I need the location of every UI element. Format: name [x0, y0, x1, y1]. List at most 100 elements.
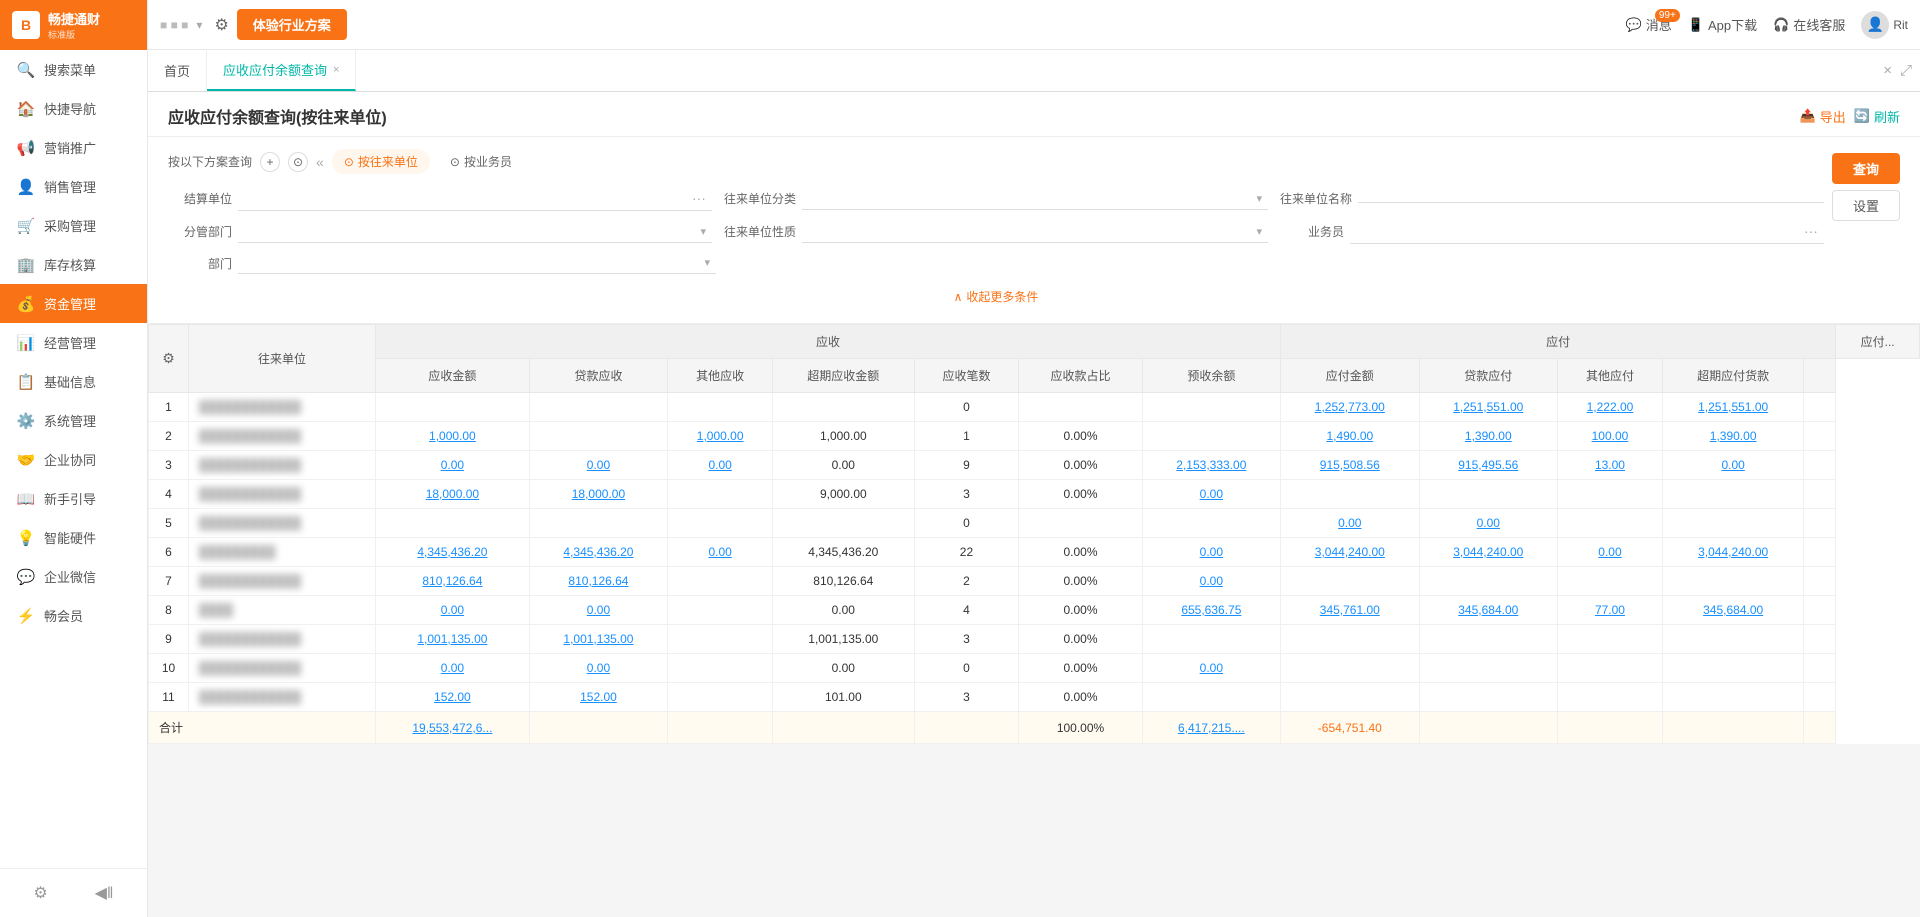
sidebar-item-finance[interactable]: 💰 资金管理	[0, 284, 147, 323]
user-menu[interactable]: 👤 Rit	[1861, 11, 1908, 39]
gear-icon[interactable]: ⚙	[214, 15, 228, 35]
tab-expand-btn[interactable]: ⤢	[1900, 62, 1912, 79]
filter-row-3: 部门 ▾	[168, 252, 1824, 274]
tab-label: 应收应付余额查询	[223, 60, 327, 79]
unit-category-label: 往来单位分类	[724, 190, 796, 207]
filter-field-salesperson: 业务员 ···	[1280, 219, 1824, 244]
collab-icon: 🤝	[16, 451, 36, 469]
sidebar-item-operations[interactable]: 📊 经营管理	[0, 323, 147, 362]
tab-home[interactable]: 首页	[148, 51, 207, 90]
promo-button[interactable]: 体验行业方案	[237, 9, 347, 40]
sidebar-item-label: 基础信息	[44, 372, 96, 391]
filter-top-row: 按以下方案查询 + ⊙ « ⊙ 按往来单位 ⊙ 按业务员	[168, 149, 1824, 174]
filter-group-partner[interactable]: ⊙ 按往来单位	[332, 149, 430, 174]
sidebar-item-hardware[interactable]: 💡 智能硬件	[0, 518, 147, 557]
sidebar-item-marketing[interactable]: 📢 营销推广	[0, 128, 147, 167]
collapse-label: 收起更多条件	[966, 288, 1038, 305]
total-ar-ratio: 100.00%	[1019, 712, 1142, 744]
unit-category-input[interactable]: ▾	[802, 188, 1268, 210]
unit-name-input[interactable]	[1358, 194, 1824, 203]
payable-group-header: 应付	[1281, 325, 1836, 359]
total-ar-loan	[529, 712, 667, 744]
collapse-more-btn[interactable]: ∧ 收起更多条件	[954, 288, 1039, 305]
edition-label: 标准版	[48, 28, 100, 41]
total-ap-overdue	[1662, 712, 1803, 744]
sidebar-item-label: 企业协同	[44, 450, 96, 469]
export-button[interactable]: 📤 导出	[1800, 107, 1846, 126]
sidebar-item-collab[interactable]: 🤝 企业协同	[0, 440, 147, 479]
filter-area: 按以下方案查询 + ⊙ « ⊙ 按往来单位 ⊙ 按业务员	[148, 137, 1920, 324]
filter-row-2: 分管部门 ▾ 往来单位性质 ▾	[168, 219, 1824, 244]
filter-collapse-row: ∧ 收起更多条件	[168, 282, 1824, 311]
table-row: 7████████████810,126.64810,126.64810,126…	[149, 567, 1920, 596]
table-row: 3████████████0.000.000.000.0090.00%2,153…	[149, 451, 1920, 480]
table-settings-icon[interactable]: ⚙	[162, 350, 175, 366]
sidebar-item-system[interactable]: ⚙️ 系统管理	[0, 401, 147, 440]
purchase-icon: 🛒	[16, 217, 36, 235]
collapse-chevron-icon: ∧	[954, 290, 963, 304]
table-wrapper: ⚙ 往来单位 应收 应付 应付... 应收金额 贷款应收 其他应收 超期应收金额	[148, 324, 1920, 744]
app-label: App下载	[1708, 15, 1757, 34]
sidebar-item-sales[interactable]: 👤 销售管理	[0, 167, 147, 206]
sidebar-item-guide[interactable]: 📖 新手引导	[0, 479, 147, 518]
app-download-action[interactable]: 📱 App下载	[1688, 15, 1757, 34]
department-input[interactable]: ▾	[238, 252, 716, 274]
setting-button[interactable]: 设置	[1832, 190, 1900, 221]
ar-loan-header: 贷款应收	[529, 359, 667, 393]
filter-group-salesperson[interactable]: ⊙ 按业务员	[438, 149, 524, 174]
sidebar-item-quicknav[interactable]: 🏠 快捷导航	[0, 89, 147, 128]
sidebar-item-wechat[interactable]: 💬 企业微信	[0, 557, 147, 596]
ar-ratio-header: 应收款占比	[1019, 359, 1142, 393]
tab-close-btn[interactable]: ×	[1883, 62, 1892, 79]
query-button[interactable]: 查询	[1832, 153, 1900, 184]
sidebar-nav: 🔍 搜索菜单 🏠 快捷导航 📢 营销推广 👤 销售管理 🛒 采购管理 🏢 库存核…	[0, 50, 147, 868]
system-icon: ⚙️	[16, 412, 36, 430]
marketing-icon: 📢	[16, 139, 36, 157]
sidebar-item-inventory[interactable]: 🏢 库存核算	[0, 245, 147, 284]
collapse-left-button[interactable]: «	[316, 154, 324, 170]
add-scheme-button[interactable]: +	[260, 152, 280, 172]
jiesuan-dots-icon[interactable]: ···	[692, 190, 706, 206]
message-action[interactable]: 💬 消息 99+	[1626, 15, 1672, 34]
filter-right: 查询 设置	[1832, 149, 1900, 311]
salesperson-dots-icon[interactable]: ···	[1804, 223, 1818, 239]
dept-arrow-icon: ▾	[700, 225, 706, 238]
total-ar-amount[interactable]: 19,553,472,6...	[376, 712, 530, 744]
table-row: 8████0.000.000.0040.00%655,636.75345,761…	[149, 596, 1920, 625]
ap-loan-header: 贷款应付	[1419, 359, 1557, 393]
sidebar-item-purchase[interactable]: 🛒 采购管理	[0, 206, 147, 245]
ar-other-header: 其他应收	[668, 359, 773, 393]
total-ap-loan	[1419, 712, 1557, 744]
operations-icon: 📊	[16, 334, 36, 352]
ar-prepay-header: 预收余额	[1142, 359, 1280, 393]
ar-amount-header: 应收金额	[376, 359, 530, 393]
avatar: 👤	[1861, 11, 1889, 39]
chevron-down-icon[interactable]: ▾	[196, 18, 202, 32]
header-actions: 💬 消息 99+ 📱 App下载 🎧 在线客服 👤 Rit	[1626, 11, 1908, 39]
unit-nature-input[interactable]: ▾	[802, 221, 1268, 243]
sidebar-settings-btn[interactable]: ⚙	[29, 879, 51, 907]
tab-active[interactable]: 应收应付余额查询 ×	[207, 50, 356, 91]
sidebar-item-member[interactable]: ⚡ 畅会员	[0, 596, 147, 635]
salesperson-input[interactable]: ···	[1350, 219, 1824, 244]
total-label: 合计	[149, 712, 376, 744]
home-icon: 🏠	[16, 100, 36, 118]
query-buttons: 查询 设置	[1832, 153, 1900, 221]
message-badge: 99+	[1655, 9, 1680, 22]
refresh-button[interactable]: 🔄 刷新	[1854, 107, 1900, 126]
total-ar-prepay[interactable]: 6,417,215....	[1142, 712, 1280, 744]
sidebar-item-search[interactable]: 🔍 搜索菜单	[0, 50, 147, 89]
sidebar-item-label: 畅会员	[44, 606, 83, 625]
sidebar-item-basic[interactable]: 📋 基础信息	[0, 362, 147, 401]
table-row: 4████████████18,000.0018,000.009,000.003…	[149, 480, 1920, 509]
search-icon: 🔍	[16, 61, 36, 79]
dept-input[interactable]: ▾	[238, 221, 712, 243]
jiesuan-input[interactable]: ···	[238, 186, 712, 211]
table-settings-header[interactable]: ⚙	[149, 325, 189, 393]
filter-field-department: 部门 ▾	[168, 252, 716, 274]
tab-close-icon[interactable]: ×	[333, 64, 339, 76]
service-action[interactable]: 🎧 在线客服	[1773, 15, 1845, 34]
schema-button[interactable]: ⊙	[288, 152, 308, 172]
brand-name: 畅捷通财	[48, 9, 100, 28]
sidebar-collapse-btn[interactable]: ◀‖	[91, 879, 118, 907]
